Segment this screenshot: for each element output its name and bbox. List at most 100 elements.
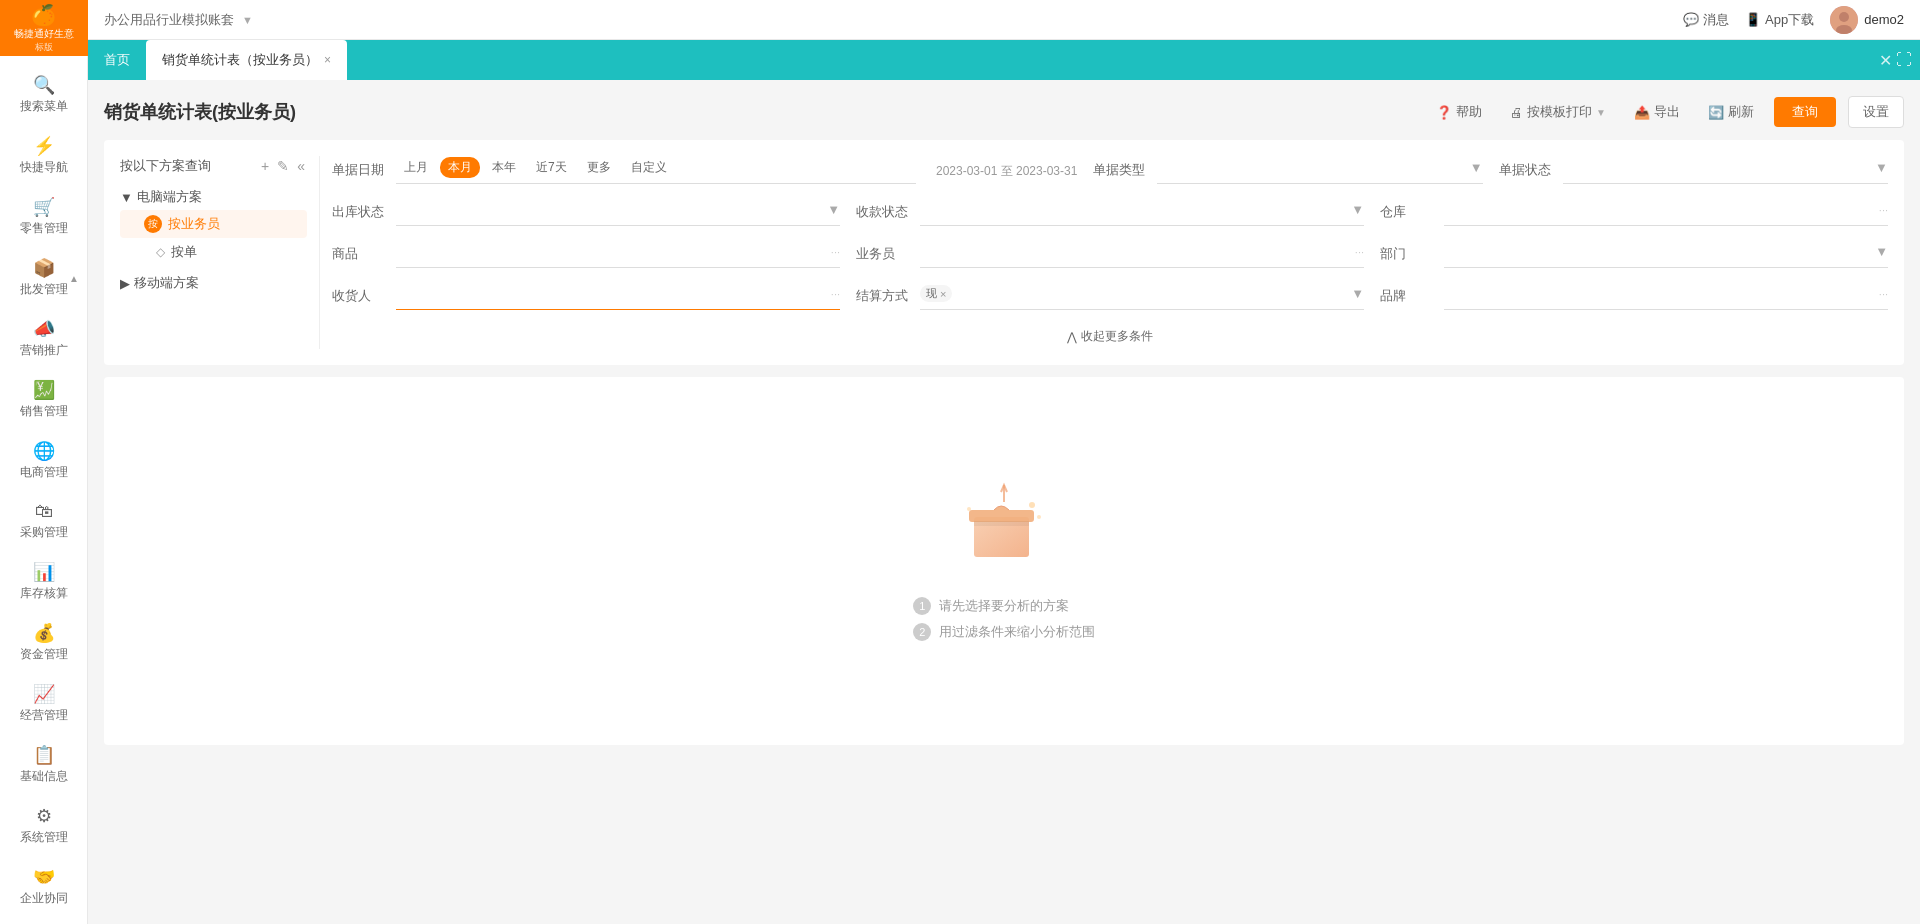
status-dropdown-icon[interactable]: ▼ [1875, 160, 1888, 175]
out-status-input[interactable] [396, 202, 827, 217]
scheme-group-desktop-title[interactable]: ▼ 电脑端方案 [120, 184, 307, 210]
help-button[interactable]: ❓ 帮助 [1428, 99, 1490, 125]
logo: 🍊 畅捷通好生意标版 [0, 0, 88, 56]
status-input[interactable] [1563, 160, 1875, 175]
type-control[interactable]: ▼ [1157, 156, 1482, 184]
dept-control[interactable]: ▼ [1444, 240, 1888, 268]
sidebar-item-label: 搜索菜单 [20, 98, 68, 115]
collapse-button[interactable]: ⋀ 收起更多条件 [1055, 324, 1165, 349]
tab-close-button[interactable]: × [324, 53, 331, 67]
sidebar-item-finance[interactable]: 💰 资金管理 [0, 612, 87, 673]
scheme-item-icon: 按 [144, 215, 162, 233]
sidebar-item-newbie[interactable]: 🎯 新手引导 [0, 917, 87, 924]
dept-label: 部门 [1380, 245, 1436, 263]
collapse-up-icon: ⋀ [1067, 330, 1077, 344]
page-header: 销货单统计表(按业务员) ❓ 帮助 🖨 按模板打印 ▼ 📤 导出 🔄 刷新 [104, 96, 1904, 128]
tab-current[interactable]: 销货单统计表（按业务员） × [146, 40, 347, 80]
collect-status-dropdown-icon[interactable]: ▼ [1351, 202, 1364, 217]
sidebar-item-operation[interactable]: 📈 经营管理 [0, 673, 87, 734]
scheme-edit-icon[interactable]: ✎ [275, 156, 291, 176]
goods-control[interactable]: ··· [396, 240, 840, 268]
receiver-control[interactable]: ··· [396, 282, 840, 310]
settle-control[interactable]: 现 × ▼ [920, 282, 1364, 310]
salesman-input[interactable] [920, 244, 1355, 259]
dept-dropdown-icon[interactable]: ▼ [1875, 244, 1888, 259]
date-tab-this-year[interactable]: 本年 [484, 157, 524, 178]
app-download-button[interactable]: 📱 App下载 [1745, 11, 1814, 29]
goods-input[interactable] [396, 244, 831, 259]
type-input[interactable] [1157, 160, 1469, 175]
logo-icon: 🍊 [31, 3, 56, 27]
sidebar-item-system[interactable]: ⚙ 系统管理 [0, 795, 87, 856]
tab-home[interactable]: 首页 [88, 40, 146, 80]
filter-panel-inner: 按以下方案查询 + ✎ « ▼ 电脑端方案 按 [120, 156, 1888, 349]
content-area: 销货单统计表(按业务员) ❓ 帮助 🖨 按模板打印 ▼ 📤 导出 🔄 刷新 [88, 80, 1920, 924]
scheme-sub-item-by-order[interactable]: ◇ 按单 [120, 238, 307, 266]
date-tab-7days[interactable]: 近7天 [528, 157, 575, 178]
print-button[interactable]: 🖨 按模板打印 ▼ [1502, 99, 1614, 125]
receiver-label: 收货人 [332, 287, 388, 305]
dept-input[interactable] [1444, 244, 1875, 259]
sidebar-item-purchase[interactable]: 🛍 采购管理 [0, 491, 87, 551]
warehouse-control[interactable]: ··· [1444, 198, 1888, 226]
receiver-more-icon[interactable]: ··· [831, 288, 840, 300]
page-title: 销货单统计表(按业务员) [104, 100, 296, 124]
salesman-control[interactable]: ··· [920, 240, 1364, 268]
settle-dropdown-icon[interactable]: ▼ [1351, 286, 1364, 301]
sidebar-item-label: 资金管理 [20, 646, 68, 663]
collect-status-control[interactable]: ▼ [920, 198, 1364, 226]
filter-row-3: 商品 ··· 业务员 ··· [332, 240, 1888, 268]
sidebar-item-quick[interactable]: ⚡ 快捷导航 [0, 125, 87, 186]
settle-tag-close[interactable]: × [940, 288, 946, 300]
sidebar-item-search[interactable]: 🔍 搜索菜单 [0, 64, 87, 125]
date-tab-custom[interactable]: 自定义 [623, 157, 675, 178]
collect-status-input[interactable] [920, 202, 1351, 217]
type-dropdown-icon[interactable]: ▼ [1470, 160, 1483, 175]
user-avatar-button[interactable]: demo2 [1830, 6, 1904, 34]
sidebar-item-collab[interactable]: 🤝 企业协同 [0, 856, 87, 917]
brand-more-icon[interactable]: ··· [1879, 288, 1888, 300]
tab-close-window-button[interactable]: ✕ [1879, 51, 1892, 70]
out-status-control[interactable]: ▼ [396, 198, 840, 226]
scheme-add-icon[interactable]: + [259, 156, 271, 176]
sidebar-item-ecommerce[interactable]: 🌐 电商管理 [0, 430, 87, 491]
topbar-dropdown-icon[interactable]: ▼ [242, 14, 253, 26]
sidebar-item-inventory[interactable]: 📊 库存核算 [0, 551, 87, 612]
filter-field-salesman: 业务员 ··· [856, 240, 1364, 268]
quick-icon: ⚡ [33, 135, 55, 157]
out-status-dropdown-icon[interactable]: ▼ [827, 202, 840, 217]
sidebar-item-wholesale[interactable]: 📦 批发管理 ▲ [0, 247, 87, 308]
brand-input[interactable] [1444, 286, 1879, 301]
settings-button[interactable]: 设置 [1848, 96, 1904, 128]
status-control[interactable]: ▼ [1563, 156, 1888, 184]
filter-field-status: 单据状态 ▼ [1499, 156, 1888, 184]
query-button[interactable]: 查询 [1774, 97, 1836, 127]
warehouse-input[interactable] [1444, 202, 1879, 217]
sidebar-item-basic-info[interactable]: 📋 基础信息 [0, 734, 87, 795]
sidebar-item-retail[interactable]: 🛒 零售管理 [0, 186, 87, 247]
scheme-item-by-salesman[interactable]: 按 按业务员 [120, 210, 307, 238]
warehouse-label: 仓库 [1380, 203, 1436, 221]
salesman-more-icon[interactable]: ··· [1355, 246, 1364, 258]
ecommerce-icon: 🌐 [33, 440, 55, 462]
export-button[interactable]: 📤 导出 [1626, 99, 1688, 125]
date-tab-last-month[interactable]: 上月 [396, 157, 436, 178]
message-button[interactable]: 💬 消息 [1683, 11, 1729, 29]
sidebar-nav: 🔍 搜索菜单 ⚡ 快捷导航 🛒 零售管理 📦 批发管理 ▲ 📣 营销推广 💹 销… [0, 56, 87, 924]
date-tab-this-month[interactable]: 本月 [440, 157, 480, 178]
sidebar-item-sales[interactable]: 💹 销售管理 [0, 369, 87, 430]
goods-more-icon[interactable]: ··· [831, 246, 840, 258]
tab-maximize-button[interactable]: ⛶ [1896, 51, 1912, 69]
brand-control[interactable]: ··· [1444, 282, 1888, 310]
scheme-collapse-icon[interactable]: « [295, 156, 307, 176]
date-tab-more[interactable]: 更多 [579, 157, 619, 178]
hint2-num: 2 [913, 623, 931, 641]
refresh-button[interactable]: 🔄 刷新 [1700, 99, 1762, 125]
filter-field-date: 单据日期 上月 本月 本年 近7天 更多 自定义 [332, 156, 916, 184]
print-dropdown-icon[interactable]: ▼ [1596, 107, 1606, 118]
filter-field-brand: 品牌 ··· [1380, 282, 1888, 310]
sidebar-item-marketing[interactable]: 📣 营销推广 [0, 308, 87, 369]
scheme-group-mobile-title[interactable]: ▶ 移动端方案 [120, 270, 307, 296]
receiver-input[interactable] [396, 286, 831, 301]
warehouse-more-icon[interactable]: ··· [1879, 204, 1888, 216]
